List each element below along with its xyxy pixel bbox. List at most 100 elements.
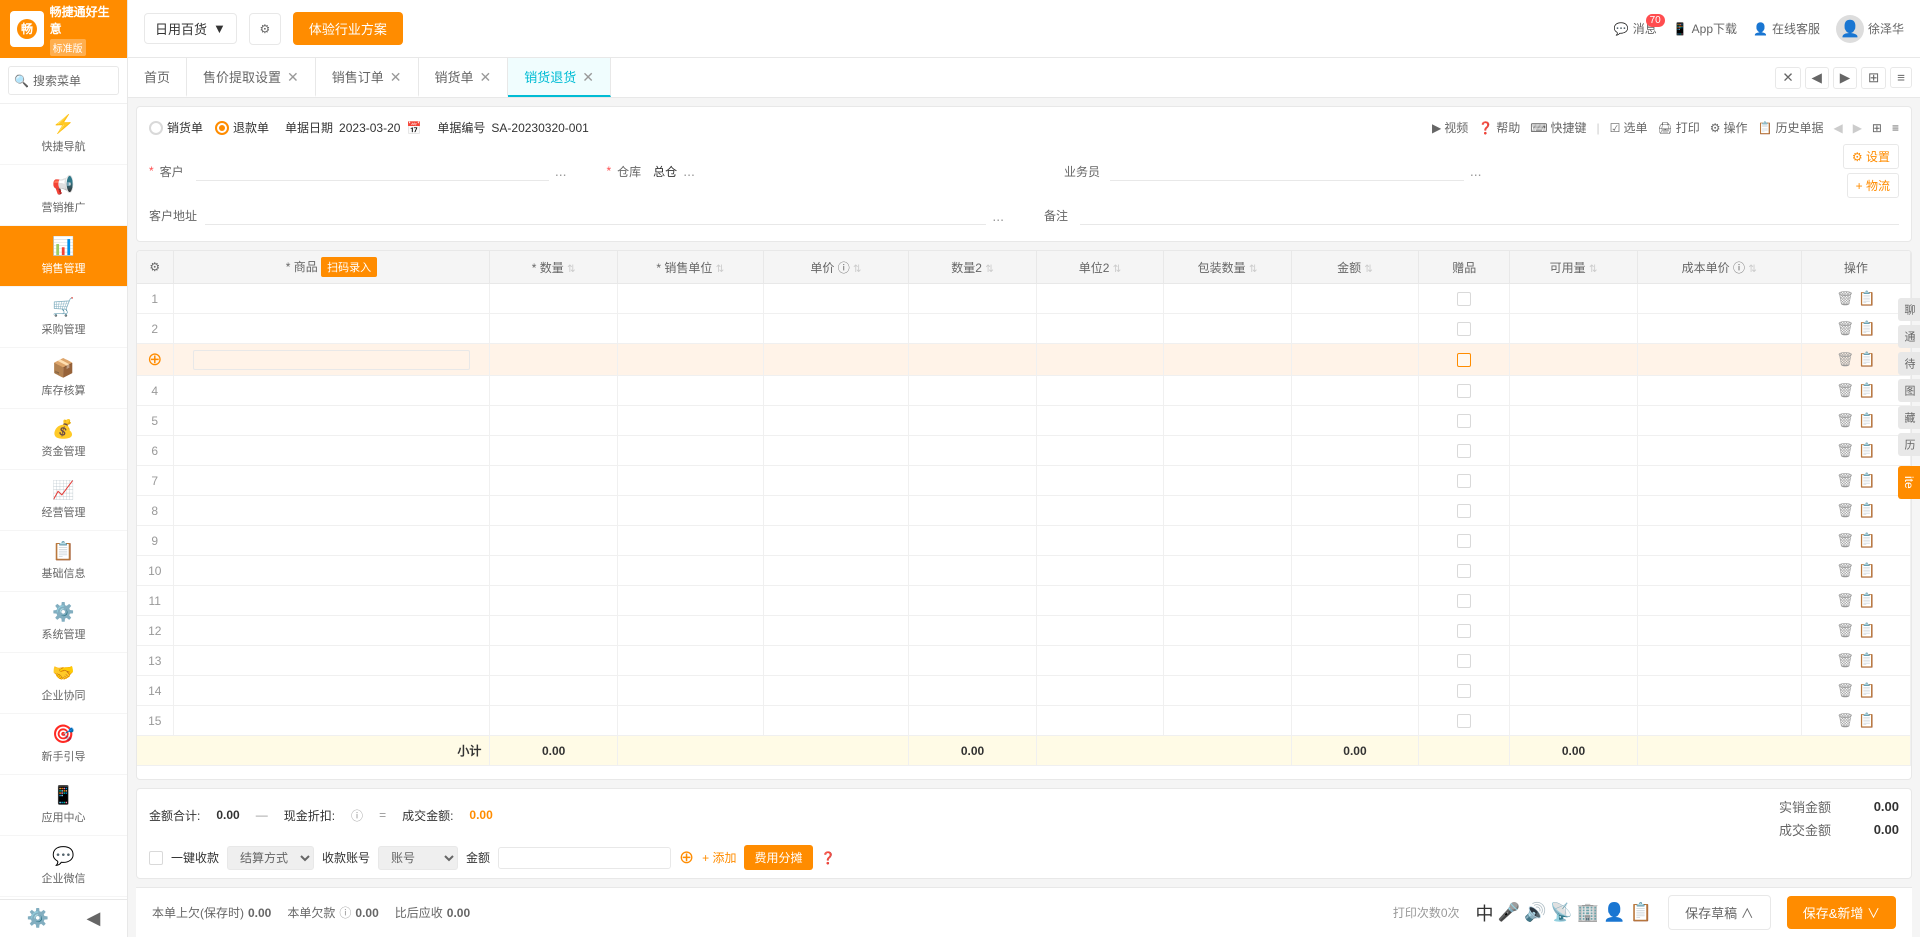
copy-icon[interactable]: 📋 [1858,442,1875,459]
add-material-button[interactable]: + 物流 [1847,173,1899,198]
payment-method-select[interactable]: 结算方式 [227,846,314,870]
list-view-button[interactable]: ≡ [1892,121,1899,135]
copy-icon[interactable]: 📋 [1858,622,1875,639]
sidebar-item-enterprise[interactable]: 🤝 企业协同 [0,653,127,714]
sidebar-item-shortcut[interactable]: ⚡ 快捷导航 [0,104,127,165]
shortcut-action-button[interactable]: ⌨ 快捷键 [1530,119,1586,136]
delete-icon[interactable]: 🗑 [1836,532,1854,549]
delete-icon[interactable]: 🗑 [1836,442,1854,459]
gift-checkbox[interactable] [1457,534,1471,548]
radio-sale-order[interactable]: 销货单 [149,119,203,136]
gift-checkbox[interactable] [1457,322,1471,336]
trial-button[interactable]: 体验行业方案 [293,12,403,45]
sidebar-item-wechat[interactable]: 💬 企业微信 [0,836,127,897]
search-menu-button[interactable]: 🔍 搜索菜单 [8,66,119,95]
copy-icon[interactable]: 📋 [1858,351,1875,368]
toolbar-icon2[interactable]: 🎤 [1498,902,1520,923]
gift-checkbox[interactable] [1457,292,1471,306]
sidebar-collapse-button[interactable]: ◀ [86,908,100,929]
sidebar-item-appstore[interactable]: 📱 应用中心 [0,775,127,836]
gift-checkbox[interactable] [1457,654,1471,668]
copy-icon[interactable]: 📋 [1858,532,1875,549]
topbar-settings-button[interactable]: ⚙ [249,13,281,45]
sidebar-item-basic[interactable]: 📋 基础信息 [0,531,127,592]
float-btn-fav[interactable]: 藏 [1898,406,1920,429]
tab-close-icon[interactable]: ✕ [287,70,299,84]
setting-button[interactable]: ⚙ 设置 [1843,144,1899,169]
copy-icon[interactable]: 📋 [1858,592,1875,609]
tab-next-button[interactable]: ▶ [1833,67,1857,89]
salesman-ellipsis[interactable]: ... [1470,163,1482,179]
tab-home[interactable]: 首页 [128,58,187,97]
tab-close-icon[interactable]: ✕ [582,70,594,84]
th-unit2[interactable]: 单位2 ⇅ [1036,251,1163,284]
delete-icon[interactable]: 🗑 [1836,320,1854,337]
add-row-icon[interactable]: ⊕ [147,349,162,369]
th-quantity[interactable]: * 数量 ⇅ [490,251,617,284]
history-button[interactable]: 📋 历史单据 [1757,119,1823,136]
select-order-button[interactable]: ☑ 选单 [1610,119,1648,136]
tab-sale-return[interactable]: 销货退货 ✕ [508,58,611,97]
sidebar-item-marketing[interactable]: 📢 营销推广 [0,165,127,226]
toolbar-icon3[interactable]: 🔊 [1524,902,1546,923]
th-unit-price[interactable]: 单价 ⓘ ⇅ [763,251,909,284]
toolbar-icon6[interactable]: 👤 [1603,902,1625,923]
delete-icon[interactable]: 🗑 [1836,592,1854,609]
sidebar-item-finance[interactable]: 💰 资金管理 [0,409,127,470]
sidebar-item-sales[interactable]: 📊 销售管理 [0,226,127,287]
customer-ellipsis[interactable]: ... [555,163,567,179]
gift-checkbox[interactable] [1457,714,1471,728]
warehouse-ellipsis[interactable]: ... [683,163,695,179]
th-quantity2[interactable]: 数量2 ⇅ [909,251,1036,284]
delete-icon[interactable]: 🗑 [1836,412,1854,429]
gift-checkbox[interactable] [1457,474,1471,488]
address-input[interactable] [205,206,986,225]
tab-list-button[interactable]: ≡ [1890,67,1912,88]
tab-sale-settings[interactable]: 售价提取设置 ✕ [187,58,316,97]
float-btn-cal[interactable]: 历 [1898,433,1920,456]
delete-icon[interactable]: 🗑 [1836,682,1854,699]
copy-icon[interactable]: 📋 [1858,502,1875,519]
copy-icon[interactable]: 📋 [1858,562,1875,579]
gift-checkbox[interactable] [1457,564,1471,578]
customer-input[interactable] [196,162,549,181]
account-select[interactable]: 账号 [378,846,458,870]
remark-input[interactable] [1080,206,1899,225]
online-service-button[interactable]: 👤 在线客服 [1753,20,1820,37]
toolbar-icon1[interactable]: 中 [1476,900,1494,926]
th-pack-qty[interactable]: 包装数量 ⇅ [1164,251,1291,284]
salesman-input[interactable] [1110,162,1464,181]
product-input-active[interactable] [193,350,470,370]
float-btn-orange[interactable]: ite [1898,466,1920,499]
delete-icon[interactable]: 🗑 [1836,502,1854,519]
video-action-button[interactable]: ▶ 视频 [1432,119,1468,136]
sidebar-item-newguide[interactable]: 🎯 新手引导 [0,714,127,775]
copy-icon[interactable]: 📋 [1858,382,1875,399]
save-draft-button[interactable]: 保存草稿 ∧ [1668,895,1771,930]
toolbar-icon4[interactable]: 📡 [1550,902,1572,923]
gift-checkbox[interactable] [1457,444,1471,458]
copy-icon[interactable]: 📋 [1858,682,1875,699]
float-btn-notify[interactable]: 通 [1898,325,1920,348]
amount-input[interactable] [498,847,671,869]
topbar-category-select[interactable]: 日用百货 ▼ [144,13,237,44]
app-download-button[interactable]: 📱 App下载 [1673,20,1737,37]
user-profile-button[interactable]: 👤 徐泽华 [1836,15,1904,43]
print-button[interactable]: 🖨 打印 [1657,119,1699,136]
copy-icon[interactable]: 📋 [1858,652,1875,669]
help-action-button[interactable]: ❓ 帮助 [1478,119,1520,136]
copy-icon[interactable]: 📋 [1858,712,1875,729]
gift-checkbox[interactable] [1457,414,1471,428]
copy-icon[interactable]: 📋 [1858,412,1875,429]
copy-icon[interactable]: 📋 [1858,472,1875,489]
tab-prev-button[interactable]: ◀ [1805,67,1829,89]
toolbar-icon7[interactable]: 📋 [1630,902,1652,923]
notification-button[interactable]: 💬 消息 70 [1614,20,1657,37]
calendar-icon[interactable]: 📅 [406,121,421,135]
delete-icon[interactable]: 🗑 [1836,382,1854,399]
tab-sale-order[interactable]: 销售订单 ✕ [316,58,419,97]
th-cost-price[interactable]: 成本单价 ⓘ ⇅ [1637,251,1801,284]
grid-view-button[interactable]: ⊞ [1872,121,1882,135]
gift-checkbox[interactable] [1457,504,1471,518]
gift-checkbox[interactable] [1457,594,1471,608]
